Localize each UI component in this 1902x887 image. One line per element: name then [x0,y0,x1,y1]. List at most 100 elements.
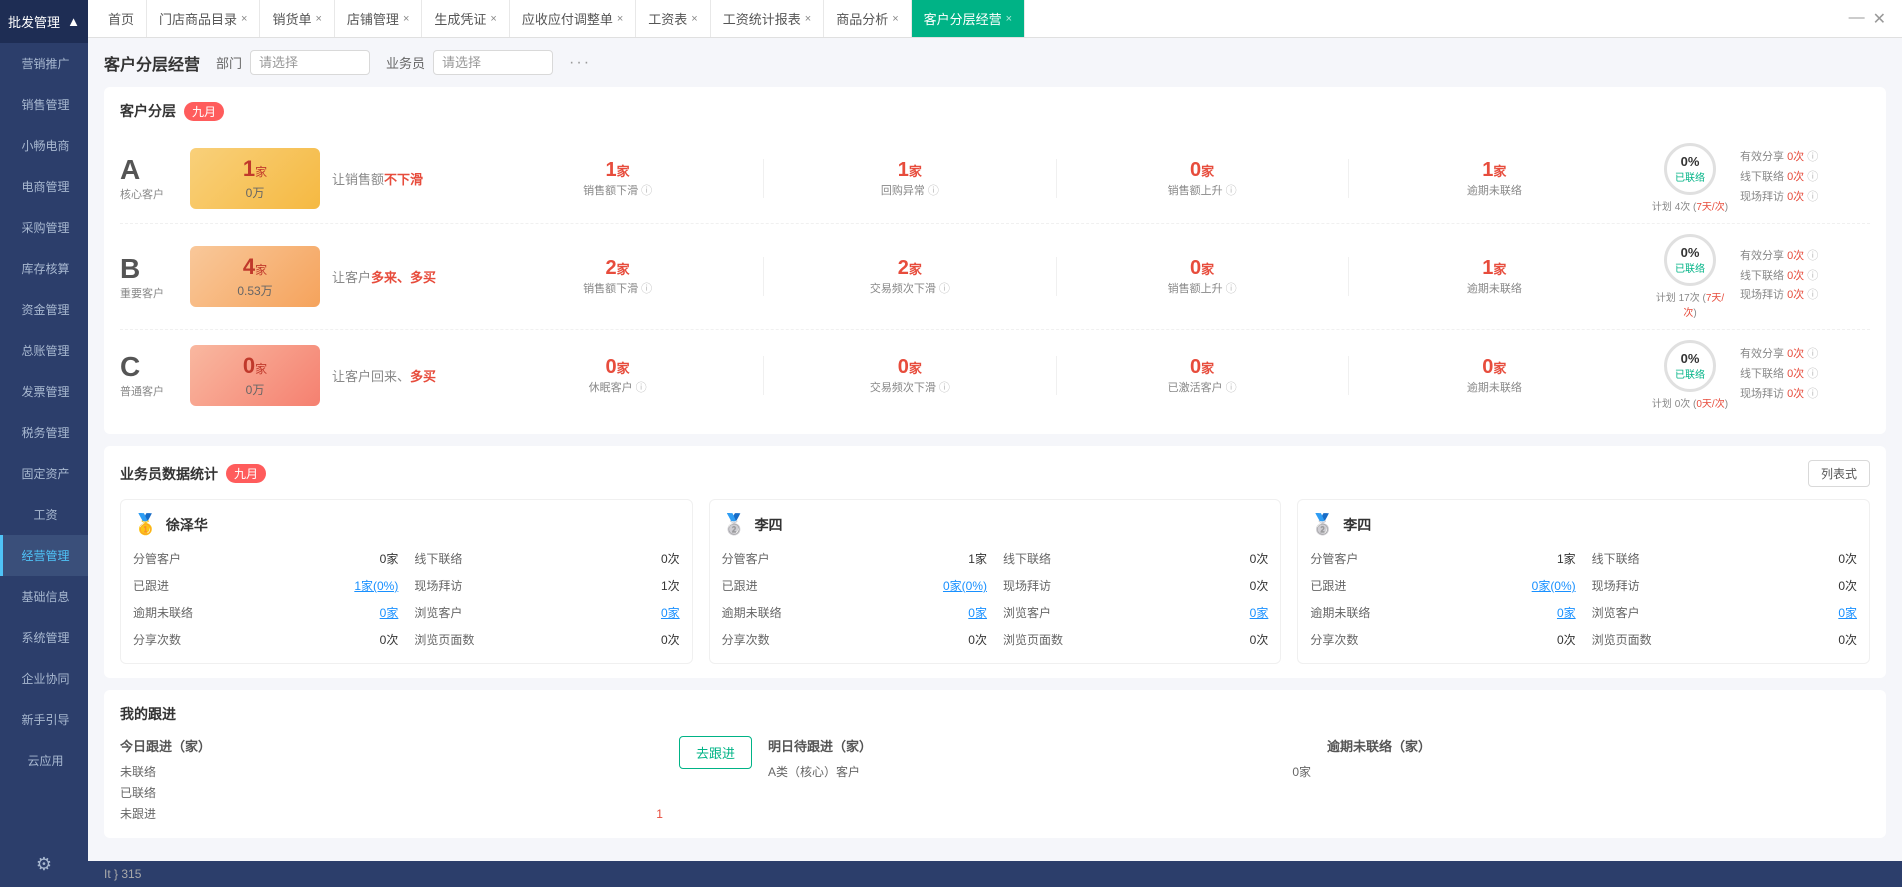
staff-stat-1-4: 逾期未联络 0家 [722,601,987,624]
today-followup-col: 今日跟进（家） 未联络 已联络 未跟进 1 [120,736,663,824]
tab-工资统计报表[interactable]: 工资统计报表× [711,0,824,38]
dept-select[interactable]: 请选择 [250,50,370,75]
staff-stat-val[interactable]: 0家(0%) [1532,577,1576,594]
sidebar-item-基础信息[interactable]: 基础信息 [0,576,88,617]
staff-stat-label: 分享次数 [133,631,181,648]
window-close-icon[interactable]: ✕ [1873,9,1886,29]
list-view-btn[interactable]: 列表式 [1808,460,1870,487]
metric-item-1-2[interactable]: 0家 销售额上升ⓘ [1057,257,1349,296]
staff-select[interactable]: 请选择 [433,50,553,75]
tab-close-icon[interactable]: × [1006,13,1012,25]
tab-close-icon[interactable]: × [691,13,697,25]
more-options-btn[interactable]: ··· [569,54,591,72]
staff-stats-0: 分管客户 0家 线下联络 0次 已跟进 1家(0%) 现场拜访 1次 [133,547,680,651]
tab-销货单[interactable]: 销货单× [260,0,334,38]
staff-stat-val[interactable]: 0家 [1838,604,1857,621]
metric-item-2-1[interactable]: 0家 交易频次下滑ⓘ [764,356,1056,395]
staff-stat-val[interactable]: 1家(0%) [354,577,398,594]
tab-应收应付调整单[interactable]: 应收应付调整单 × [510,0,636,38]
tier-row-c: C 普通客户 0家 0万 让客户回来、多买 0家 休眠客户ⓘ 0家 交易频次下滑… [120,330,1870,420]
tier-right-stats-B: 有效分享 0次 ⓘ 线下联络 0次 ⓘ 现场拜访 0次 ⓘ [1740,247,1870,306]
settings-icon[interactable]: ⚙ [0,842,88,887]
tab-close-icon[interactable]: × [403,13,409,25]
sidebar-item-销售管理[interactable]: 销售管理 [0,84,88,125]
metric-item-0-0[interactable]: 1家 销售额下滑ⓘ [472,159,764,198]
sidebar-item-电商管理[interactable]: 电商管理 [0,166,88,207]
sidebar-item-资金管理[interactable]: 资金管理 [0,289,88,330]
tab-close-icon[interactable]: × [892,13,898,25]
sidebar-item-固定资产[interactable]: 固定资产 [0,453,88,494]
metric-item-0-3[interactable]: 1家 逾期未联络 [1349,159,1640,198]
staff-stat-label: 浏览客户 [414,604,462,621]
tab-close-icon[interactable]: × [805,13,811,25]
tier-tip-A: 让销售额不下滑 [332,169,452,188]
tier-tip-C: 让客户回来、多买 [332,366,452,385]
metric-item-1-1[interactable]: 2家 交易频次下滑ⓘ [764,257,1056,296]
staff-stat-val[interactable]: 0家 [1250,604,1269,621]
sidebar-item-发票管理[interactable]: 发票管理 [0,371,88,412]
followup-nofollowup-label: 未跟进 [120,805,156,822]
sidebar-item-总账管理[interactable]: 总账管理 [0,330,88,371]
sidebar-item-库存核算[interactable]: 库存核算 [0,248,88,289]
tab-工资表[interactable]: 工资表× [636,0,710,38]
tomorrow-followup-col: 明日待跟进（家） A类（核心）客户 0家 [768,736,1311,782]
metric-item-1-3[interactable]: 1家 逾期未联络 [1349,257,1640,296]
metric-item-2-2[interactable]: 0家 已激活客户ⓘ [1057,356,1349,395]
staff-stat-0-1: 线下联络 0次 [414,547,679,570]
staff-stat-label: 浏览页面数 [414,631,474,648]
sidebar-item-工资[interactable]: 工资 [0,494,88,535]
page-header: 客户分层经营 部门 请选择 业务员 请选择 ··· [104,50,1886,75]
sidebar-item-税务管理[interactable]: 税务管理 [0,412,88,453]
staff-stat-val[interactable]: 0家 [968,604,987,621]
staff-badge-0: 🥇 [133,512,158,537]
staff-stat-val: 0次 [661,550,680,567]
metric-item-0-1[interactable]: 1家 回购异常ⓘ [764,159,1056,198]
staff-stat-val[interactable]: 0家 [1557,604,1576,621]
tier-count-box-A[interactable]: 1家 0万 [190,148,320,209]
tab-客户分层经营[interactable]: 客户分层经营× [912,0,1025,38]
sidebar-top[interactable]: 批发管理 ▲ [0,0,88,43]
sidebar-item-云应用[interactable]: 云应用 [0,740,88,781]
sidebar-item-企业协同[interactable]: 企业协同 [0,658,88,699]
tier-count-box-C[interactable]: 0家 0万 [190,345,320,406]
sidebar-item-小畅电商[interactable]: 小畅电商 [0,125,88,166]
metric-item-1-0[interactable]: 2家 销售额下滑ⓘ [472,257,764,296]
tab-close-icon[interactable]: × [490,13,496,25]
staff-stat-label: 分管客户 [722,550,770,567]
tier-count-box-B[interactable]: 4家 0.53万 [190,246,320,307]
staff-stat-label: 线下联络 [1003,550,1051,567]
sidebar-item-新手引导[interactable]: 新手引导 [0,699,88,740]
sidebar-item-营销推广[interactable]: 营销推广 [0,43,88,84]
staff-stat-label: 线下联络 [1592,550,1640,567]
sidebar-item-采购管理[interactable]: 采购管理 [0,207,88,248]
staff-stat-val[interactable]: 0家 [380,604,399,621]
main-content: 首页门店商品目录×销货单×店铺管理×生成凭证×应收应付调整单×工资表×工资统计报… [88,0,1902,887]
tab-商品分析[interactable]: 商品分析× [824,0,911,38]
tab-店铺管理[interactable]: 店铺管理× [335,0,422,38]
staff-stat-label: 分管客户 [133,550,181,567]
staff-stat-val[interactable]: 0家 [661,604,680,621]
metric-item-2-0[interactable]: 0家 休眠客户ⓘ [472,356,764,395]
tab-label: 应收应付调整单 [522,9,613,28]
tab-label: 生成凭证 [434,9,486,28]
sidebar-collapse-icon[interactable]: ▲ [67,14,80,29]
tier-right-stats-A: 有效分享 0次 ⓘ 线下联络 0次 ⓘ 现场拜访 0次 ⓘ [1740,148,1870,207]
tab-门店商品目录[interactable]: 门店商品目录× [147,0,260,38]
tab-close-icon[interactable]: × [241,13,247,25]
window-minimize-icon[interactable]: — [1849,9,1865,29]
tab-首页[interactable]: 首页 [96,0,147,38]
staff-stat-1-0: 分管客户 1家 [722,547,987,570]
metric-item-0-2[interactable]: 0家 销售额上升ⓘ [1057,159,1349,198]
tab-bar: 首页门店商品目录×销货单×店铺管理×生成凭证×应收应付调整单×工资表×工资统计报… [88,0,1902,38]
staff-stat-val[interactable]: 0家(0%) [943,577,987,594]
metric-item-2-3[interactable]: 0家 逾期未联络 [1349,356,1640,395]
sidebar-item-系统管理[interactable]: 系统管理 [0,617,88,658]
staff-header-0: 🥇 徐泽华 [133,512,680,537]
tab-close-icon[interactable]: × [315,13,321,25]
staff-card-2: 🥈 李四 分管客户 1家 线下联络 0次 已跟进 0家(0%) [1297,499,1870,664]
tab-close-icon[interactable]: × [617,13,623,25]
go-followup-btn[interactable]: 去跟进 [679,736,752,769]
staff-badge-1: 🥈 [722,512,747,537]
sidebar-item-经营管理[interactable]: 经营管理 [0,535,88,576]
tab-生成凭证[interactable]: 生成凭证 × [422,0,509,38]
